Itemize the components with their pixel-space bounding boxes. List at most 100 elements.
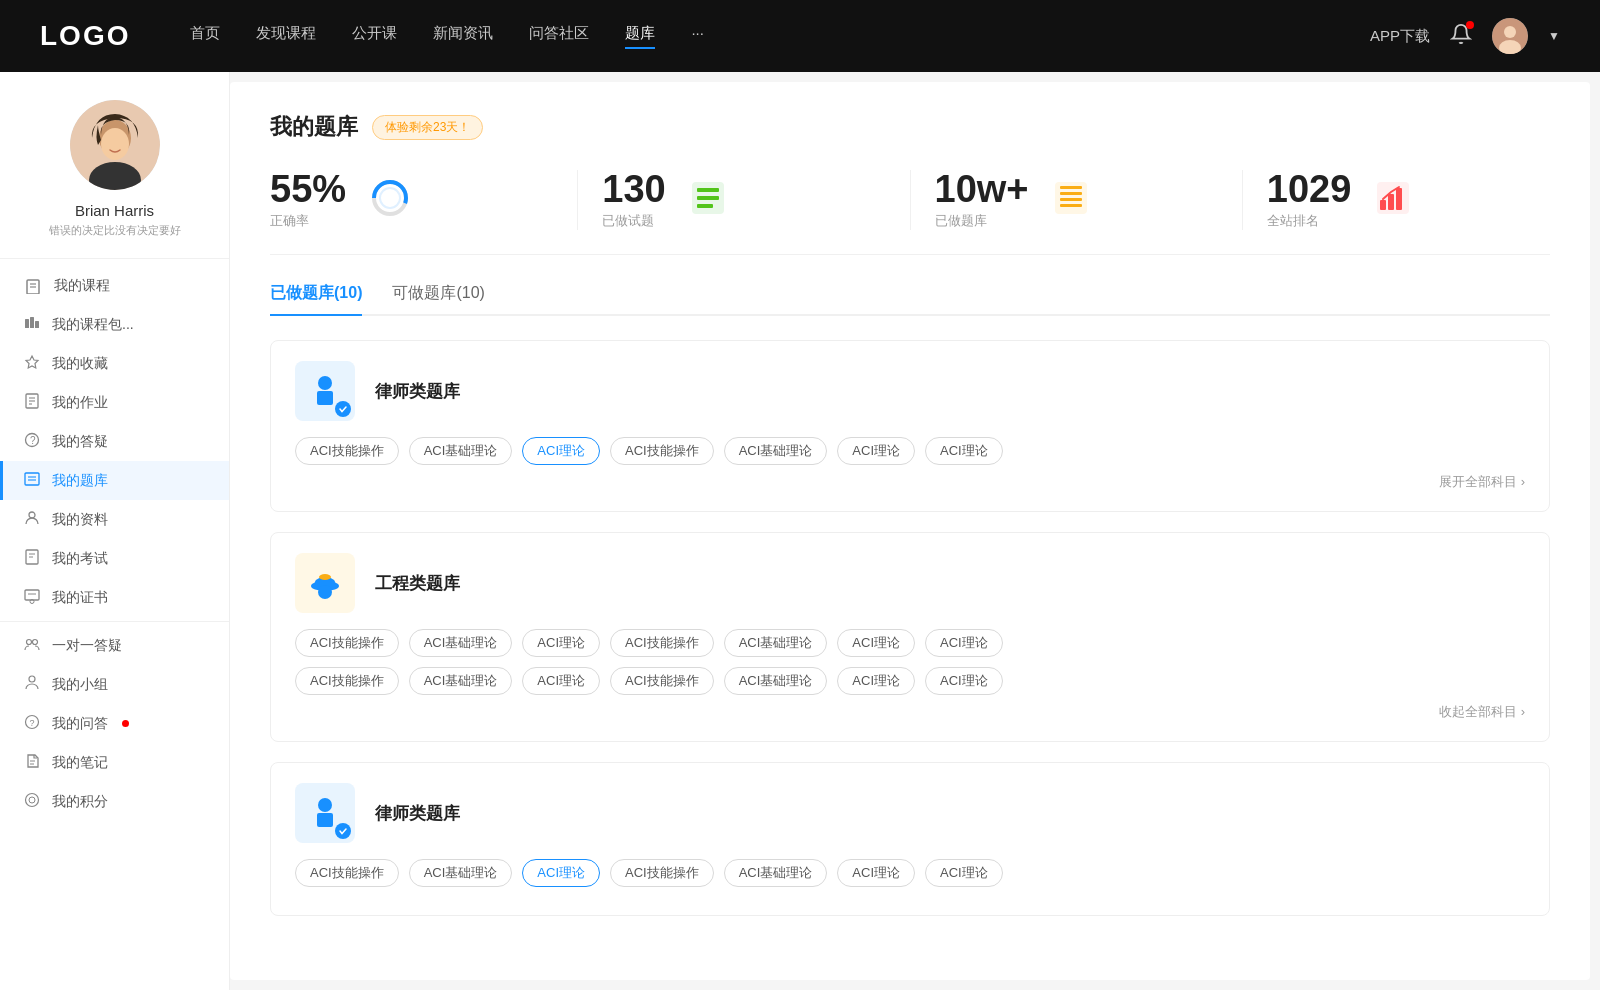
svg-rect-43 (697, 188, 719, 192)
sidebar-item-courses[interactable]: 我的课程 (0, 267, 229, 305)
svg-point-5 (101, 128, 129, 160)
svg-rect-11 (30, 317, 34, 328)
stat-accuracy-number: 55% (270, 170, 346, 208)
nav-more[interactable]: ··· (691, 24, 704, 49)
tag-2[interactable]: ACI基础理论 (409, 437, 513, 465)
questions-label: 我的题库 (52, 472, 108, 490)
stat-banks: 10w+ 已做题库 (935, 170, 1243, 230)
law2-tag-1[interactable]: ACI技能操作 (295, 859, 399, 887)
sidebar-item-favorites[interactable]: 我的收藏 (0, 344, 229, 383)
sidebar-item-notes[interactable]: 我的笔记 (0, 743, 229, 782)
homework-icon (24, 393, 40, 412)
nav-home[interactable]: 首页 (190, 24, 220, 49)
user-avatar[interactable] (1492, 18, 1528, 54)
eng-tag-5[interactable]: ACI基础理论 (724, 629, 828, 657)
eng-tag-2[interactable]: ACI基础理论 (409, 629, 513, 657)
homework-label: 我的作业 (52, 394, 108, 412)
sidebar-item-qa[interactable]: ? 我的答疑 (0, 422, 229, 461)
eng-tag-6[interactable]: ACI理论 (837, 629, 915, 657)
law2-tag-5[interactable]: ACI基础理论 (724, 859, 828, 887)
favorites-label: 我的收藏 (52, 355, 108, 373)
sidebar-item-exams[interactable]: 我的考试 (0, 539, 229, 578)
bank-card-header-law1: 律师类题库 (295, 361, 1525, 421)
sidebar-item-myqa[interactable]: ? 我的问答 (0, 704, 229, 743)
profile-avatar-image (70, 100, 160, 190)
sidebar-item-profile[interactable]: 我的资料 (0, 500, 229, 539)
svg-point-23 (29, 512, 35, 518)
notification-bell[interactable] (1450, 23, 1472, 49)
law2-tag-3-active[interactable]: ACI理论 (522, 859, 600, 887)
eng-tag-1[interactable]: ACI技能操作 (295, 629, 399, 657)
svg-rect-53 (1388, 194, 1394, 210)
eng-tag-12[interactable]: ACI基础理论 (724, 667, 828, 695)
eng-tag-14[interactable]: ACI理论 (925, 667, 1003, 695)
tag-7[interactable]: ACI理论 (925, 437, 1003, 465)
eng-tag-4[interactable]: ACI技能操作 (610, 629, 714, 657)
sidebar-item-questions[interactable]: 我的题库 (0, 461, 229, 500)
group-label: 我的小组 (52, 676, 108, 694)
appdown-button[interactable]: APP下载 (1370, 27, 1430, 46)
svg-point-59 (319, 574, 331, 580)
svg-rect-62 (317, 813, 333, 827)
eng-title: 工程类题库 (375, 572, 460, 595)
eng-tag-11[interactable]: ACI技能操作 (610, 667, 714, 695)
bank-card-law2: 律师类题库 ACI技能操作 ACI基础理论 ACI理论 ACI技能操作 ACI基… (270, 762, 1550, 916)
tag-5[interactable]: ACI基础理论 (724, 437, 828, 465)
svg-point-31 (33, 640, 38, 645)
bank-tags-law2: ACI技能操作 ACI基础理论 ACI理论 ACI技能操作 ACI基础理论 AC… (295, 859, 1525, 887)
eng-tag-3[interactable]: ACI理论 (522, 629, 600, 657)
user-dropdown-chevron[interactable]: ▼ (1548, 29, 1560, 43)
svg-rect-12 (35, 321, 39, 328)
courses-label: 我的课程 (54, 277, 110, 295)
eng-tag-13[interactable]: ACI理论 (837, 667, 915, 695)
sidebar-item-coursepack[interactable]: 我的课程包... (0, 305, 229, 344)
sidebar-item-1on1[interactable]: 一对一答疑 (0, 626, 229, 665)
svg-marker-13 (26, 356, 38, 368)
bank-tags-eng-row1: ACI技能操作 ACI基础理论 ACI理论 ACI技能操作 ACI基础理论 AC… (295, 629, 1525, 657)
nav-questions[interactable]: 题库 (625, 24, 655, 49)
tabs-row: 已做题库(10) 可做题库(10) (270, 283, 1550, 316)
stat-rank-label: 全站排名 (1267, 212, 1352, 230)
rank-icon (1375, 180, 1411, 220)
eng-tag-9[interactable]: ACI基础理论 (409, 667, 513, 695)
nav-discover[interactable]: 发现课程 (256, 24, 316, 49)
expand-law1[interactable]: 展开全部科目 › (1439, 473, 1525, 491)
done-icon (690, 180, 726, 220)
law2-tag-2[interactable]: ACI基础理论 (409, 859, 513, 887)
bank-card-law1: 律师类题库 ACI技能操作 ACI基础理论 ACI理论 ACI技能操作 ACI基… (270, 340, 1550, 512)
myqa-icon: ? (24, 714, 40, 733)
sidebar-item-cert[interactable]: 我的证书 (0, 578, 229, 617)
svg-rect-20 (25, 473, 39, 485)
nav-qa[interactable]: 问答社区 (529, 24, 589, 49)
svg-point-30 (27, 640, 32, 645)
myqa-label: 我的问答 (52, 715, 108, 733)
topnav: LOGO 首页 发现课程 公开课 新闻资讯 问答社区 题库 ··· APP下载 … (0, 0, 1600, 72)
eng-tag-7[interactable]: ACI理论 (925, 629, 1003, 657)
coursepack-label: 我的课程包... (52, 316, 134, 334)
law2-tag-4[interactable]: ACI技能操作 (610, 859, 714, 887)
law2-tag-6[interactable]: ACI理论 (837, 859, 915, 887)
tab-done[interactable]: 已做题库(10) (270, 283, 362, 316)
main-layout: Brian Harris 错误的决定比没有决定要好 我的课程 我的课程包... (0, 72, 1600, 990)
sidebar-item-group[interactable]: 我的小组 (0, 665, 229, 704)
bank-tags-eng-row2: ACI技能操作 ACI基础理论 ACI理论 ACI技能操作 ACI基础理论 AC… (295, 667, 1525, 695)
tag-4[interactable]: ACI技能操作 (610, 437, 714, 465)
page-header: 我的题库 体验剩余23天！ (270, 112, 1550, 142)
sidebar-username: Brian Harris (75, 202, 154, 219)
collapse-eng[interactable]: 收起全部科目 › (1439, 703, 1525, 721)
tab-todo[interactable]: 可做题库(10) (392, 283, 484, 314)
nav-news[interactable]: 新闻资讯 (433, 24, 493, 49)
eng-tag-10[interactable]: ACI理论 (522, 667, 600, 695)
tag-1[interactable]: ACI技能操作 (295, 437, 399, 465)
eng-tag-8[interactable]: ACI技能操作 (295, 667, 399, 695)
tag-6[interactable]: ACI理论 (837, 437, 915, 465)
logo[interactable]: LOGO (40, 20, 130, 52)
avatar (70, 100, 160, 190)
svg-rect-50 (1060, 186, 1082, 189)
cert-icon (24, 588, 40, 607)
sidebar-item-points[interactable]: 我的积分 (0, 782, 229, 821)
nav-opencourse[interactable]: 公开课 (352, 24, 397, 49)
sidebar-item-homework[interactable]: 我的作业 (0, 383, 229, 422)
law2-tag-7[interactable]: ACI理论 (925, 859, 1003, 887)
tag-3-active[interactable]: ACI理论 (522, 437, 600, 465)
